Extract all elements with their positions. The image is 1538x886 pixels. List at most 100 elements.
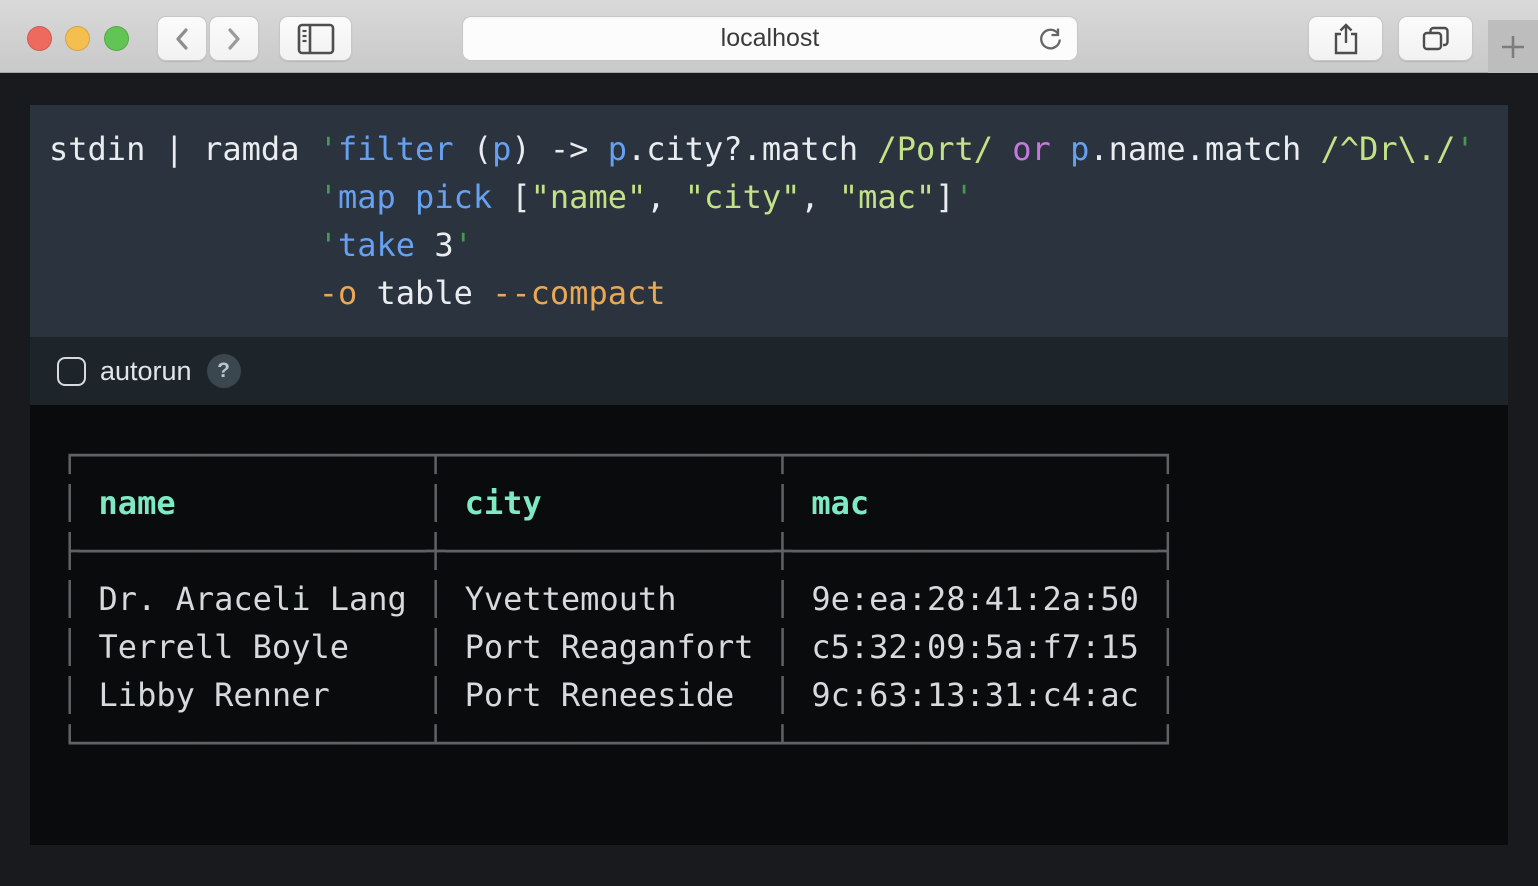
share-icon bbox=[1331, 22, 1361, 56]
page-content: stdin | ramda 'filter (p) -> p.city?.mat… bbox=[0, 73, 1538, 845]
table-row: │ name │ city │ mac │ bbox=[60, 479, 1508, 527]
code-token-kw: p bbox=[608, 130, 627, 168]
table-cell: Libby Renner bbox=[79, 676, 426, 714]
help-icon[interactable]: ? bbox=[207, 354, 241, 388]
code-token-or: or bbox=[1012, 130, 1051, 168]
output-table: ┌──────────────────┬─────────────────┬──… bbox=[60, 431, 1508, 767]
code-token-plain: .name.match bbox=[1089, 130, 1320, 168]
table-border-top: ┌──────────────────┬─────────────────┬──… bbox=[60, 436, 1177, 474]
code-token-plain bbox=[49, 226, 319, 264]
table-border: │ bbox=[1158, 628, 1177, 666]
code-token-kw: p bbox=[1070, 130, 1089, 168]
code-token-quote: ' bbox=[954, 178, 973, 216]
table-row: │ Libby Renner │ Port Reneeside │ 9c:63:… bbox=[60, 671, 1508, 719]
code-token-plain bbox=[49, 274, 319, 312]
plus-icon bbox=[1498, 32, 1528, 62]
code-token-plain: .city?.match bbox=[627, 130, 877, 168]
code-token-quote: ' bbox=[319, 178, 338, 216]
table-cell: Port Reaganfort bbox=[445, 628, 773, 666]
column-header: name bbox=[79, 484, 426, 522]
code-token-plain: , bbox=[800, 178, 839, 216]
address-bar[interactable]: localhost bbox=[462, 16, 1078, 61]
table-cell: Dr. Araceli Lang bbox=[79, 580, 426, 618]
autorun-row: autorun ? bbox=[30, 337, 1508, 405]
command-line: -o table --compact bbox=[49, 269, 1508, 317]
code-token-quote: ' bbox=[319, 226, 338, 264]
table-cell: c5:32:09:5a:f7:15 bbox=[792, 628, 1158, 666]
browser-window: localhost bbox=[0, 0, 1538, 886]
code-token-plain bbox=[993, 130, 1012, 168]
command-line: 'take 3' bbox=[49, 221, 1508, 269]
command-line: 'map pick ["name", "city", "mac"]' bbox=[49, 173, 1508, 221]
table-cell: Port Reneeside bbox=[445, 676, 773, 714]
table-row: │ Dr. Araceli Lang │ Yvettemouth │ 9e:ea… bbox=[60, 575, 1508, 623]
chevron-left-icon bbox=[171, 25, 193, 53]
code-token-kw: map pick bbox=[338, 178, 492, 216]
forward-button[interactable] bbox=[209, 16, 259, 61]
command-line: stdin | ramda 'filter (p) -> p.city?.mat… bbox=[49, 125, 1508, 173]
tab-overview-button[interactable] bbox=[1398, 16, 1473, 61]
new-tab-button[interactable] bbox=[1488, 20, 1538, 73]
command-editor[interactable]: stdin | ramda 'filter (p) -> p.city?.mat… bbox=[30, 105, 1508, 337]
table-border-bottom: └──────────────────┴─────────────────┴──… bbox=[60, 724, 1177, 762]
table-border: │ bbox=[773, 484, 792, 522]
code-token-plain: [ bbox=[492, 178, 531, 216]
code-token-str: "name" bbox=[531, 178, 647, 216]
table-row: └──────────────────┴─────────────────┴──… bbox=[60, 719, 1508, 767]
command-text: stdin | ramda 'filter (p) -> p.city?.mat… bbox=[49, 125, 1508, 317]
reload-icon[interactable] bbox=[1037, 26, 1064, 53]
table-row: │ Terrell Boyle │ Port Reaganfort │ c5:3… bbox=[60, 623, 1508, 671]
table-border: │ bbox=[426, 676, 445, 714]
table-border: │ bbox=[426, 628, 445, 666]
back-button[interactable] bbox=[157, 16, 207, 61]
table-row: ┌──────────────────┬─────────────────┬──… bbox=[60, 431, 1508, 479]
code-token-plain bbox=[1051, 130, 1070, 168]
code-token-quote: ' bbox=[454, 226, 473, 264]
code-token-str: "mac" bbox=[839, 178, 935, 216]
browser-toolbar: localhost bbox=[0, 0, 1538, 73]
code-token-flag: --compact bbox=[492, 274, 665, 312]
table-border: │ bbox=[60, 676, 79, 714]
url-text: localhost bbox=[721, 24, 820, 53]
sidebar-toggle-button[interactable] bbox=[279, 16, 352, 61]
code-token-kw: p bbox=[492, 130, 511, 168]
table-cell: Terrell Boyle bbox=[79, 628, 426, 666]
traffic-light-close[interactable] bbox=[27, 26, 52, 51]
code-token-flag: -o bbox=[319, 274, 358, 312]
autorun-checkbox[interactable] bbox=[57, 357, 86, 386]
column-header: city bbox=[445, 484, 773, 522]
sidebar-icon bbox=[297, 23, 335, 55]
table-cell: 9c:63:13:31:c4:ac bbox=[792, 676, 1158, 714]
table-border-divider: ├──────────────────┼─────────────────┼──… bbox=[60, 532, 1177, 570]
code-token-regex: /Port/ bbox=[877, 130, 993, 168]
table-row: ├──────────────────┼─────────────────┼──… bbox=[60, 527, 1508, 575]
traffic-light-minimize[interactable] bbox=[65, 26, 90, 51]
table-border: │ bbox=[773, 580, 792, 618]
table-border: │ bbox=[60, 580, 79, 618]
code-token-plain: stdin | ramda bbox=[49, 130, 319, 168]
table-border: │ bbox=[773, 676, 792, 714]
table-border: │ bbox=[426, 484, 445, 522]
table-border: │ bbox=[1158, 676, 1177, 714]
code-token-plain: ) -> bbox=[511, 130, 607, 168]
table-border: │ bbox=[60, 628, 79, 666]
share-button[interactable] bbox=[1308, 16, 1383, 61]
chevron-right-icon bbox=[223, 25, 245, 53]
table-border: │ bbox=[60, 484, 79, 522]
table-border: │ bbox=[773, 628, 792, 666]
code-token-plain: table bbox=[357, 274, 492, 312]
code-token-plain: , bbox=[646, 178, 685, 216]
code-token-str: "city" bbox=[685, 178, 801, 216]
traffic-light-zoom[interactable] bbox=[104, 26, 129, 51]
code-token-kw: take bbox=[338, 226, 415, 264]
code-token-regex: /^Dr\./ bbox=[1321, 130, 1456, 168]
code-token-plain: ] bbox=[935, 178, 954, 216]
column-header: mac bbox=[792, 484, 1158, 522]
code-token-plain: 3 bbox=[415, 226, 454, 264]
table-border: │ bbox=[1158, 580, 1177, 618]
output-panel: ┌──────────────────┬─────────────────┬──… bbox=[30, 405, 1508, 845]
table-border: │ bbox=[426, 580, 445, 618]
autorun-label: autorun bbox=[100, 356, 192, 387]
code-token-plain bbox=[49, 178, 319, 216]
code-token-quote: ' bbox=[319, 130, 338, 168]
